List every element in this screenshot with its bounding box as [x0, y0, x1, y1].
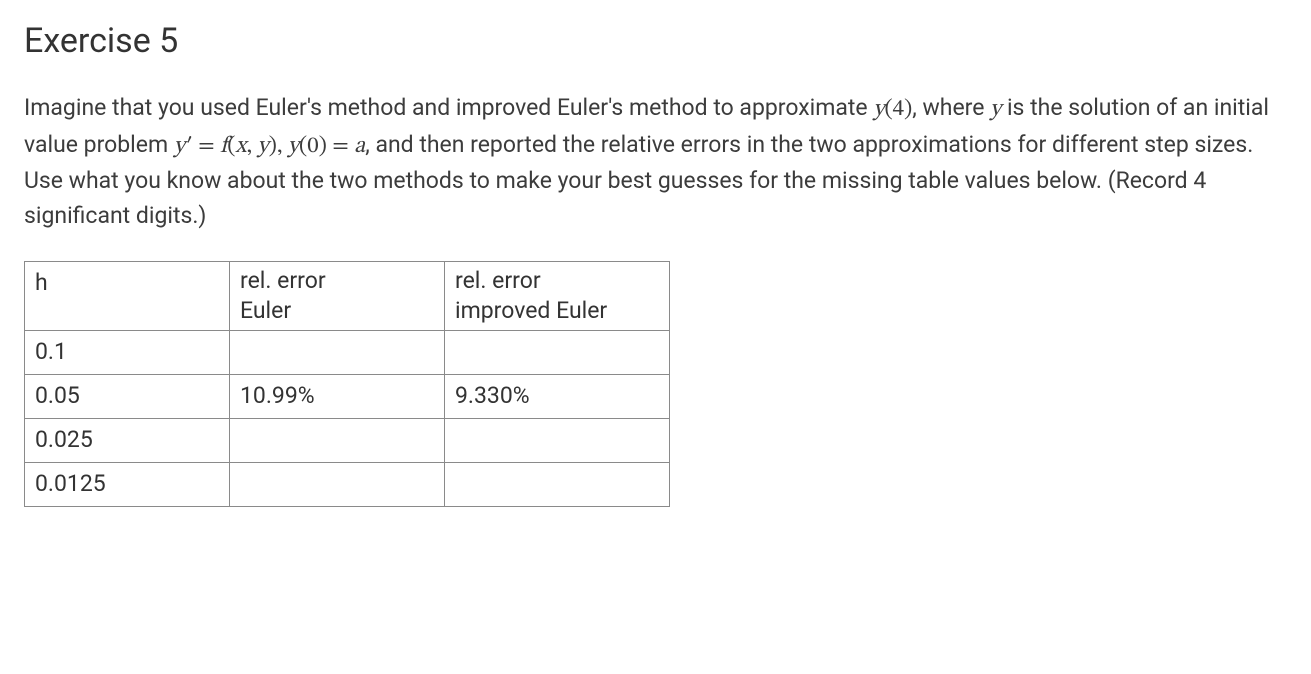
prompt-text: Imagine that you used Euler's method and… [24, 94, 873, 121]
header-improved-line2: improved Euler [455, 296, 659, 326]
table-row: 0.05 10.99% 9.330% [25, 374, 670, 418]
math-eq: = [193, 135, 220, 158]
table-row: 0.1 [25, 330, 670, 374]
header-euler-line2: Euler [240, 296, 434, 326]
cell-h: 0.025 [25, 418, 230, 462]
error-table: h rel. error Euler rel. error improved E… [24, 261, 670, 507]
cell-improved [445, 418, 670, 462]
header-improved-euler: rel. error improved Euler [445, 262, 670, 331]
table-header-row: h rel. error Euler rel. error improved E… [25, 262, 670, 331]
cell-euler [230, 418, 445, 462]
cell-improved: 9.330% [445, 374, 670, 418]
table-row: 0.025 [25, 418, 670, 462]
cell-h: 0.0125 [25, 462, 230, 506]
cell-euler: 10.99% [230, 374, 445, 418]
math-eq: = [327, 135, 354, 158]
math-ivp: y′ [174, 135, 193, 158]
cell-h: 0.1 [25, 330, 230, 374]
math-a: a [354, 135, 365, 158]
header-improved-line1: rel. error [455, 266, 659, 296]
cell-h: 0.05 [25, 374, 230, 418]
cell-improved [445, 330, 670, 374]
header-euler-line1: rel. error [240, 266, 434, 296]
math-y: y [990, 98, 1001, 121]
math-y4: y(4) [873, 98, 912, 121]
math-fxy: f(x, y) [220, 135, 277, 158]
exercise-prompt: Imagine that you used Euler's method and… [24, 91, 1284, 233]
header-euler: rel. error Euler [230, 262, 445, 331]
cell-euler [230, 330, 445, 374]
exercise-title: Exercise 5 [24, 16, 1287, 67]
math-sep: , [277, 135, 288, 158]
math-y0: y(0) [288, 135, 327, 158]
cell-improved [445, 462, 670, 506]
prompt-text: , where [912, 94, 990, 121]
header-h: h [25, 262, 230, 331]
cell-euler [230, 462, 445, 506]
table-row: 0.0125 [25, 462, 670, 506]
